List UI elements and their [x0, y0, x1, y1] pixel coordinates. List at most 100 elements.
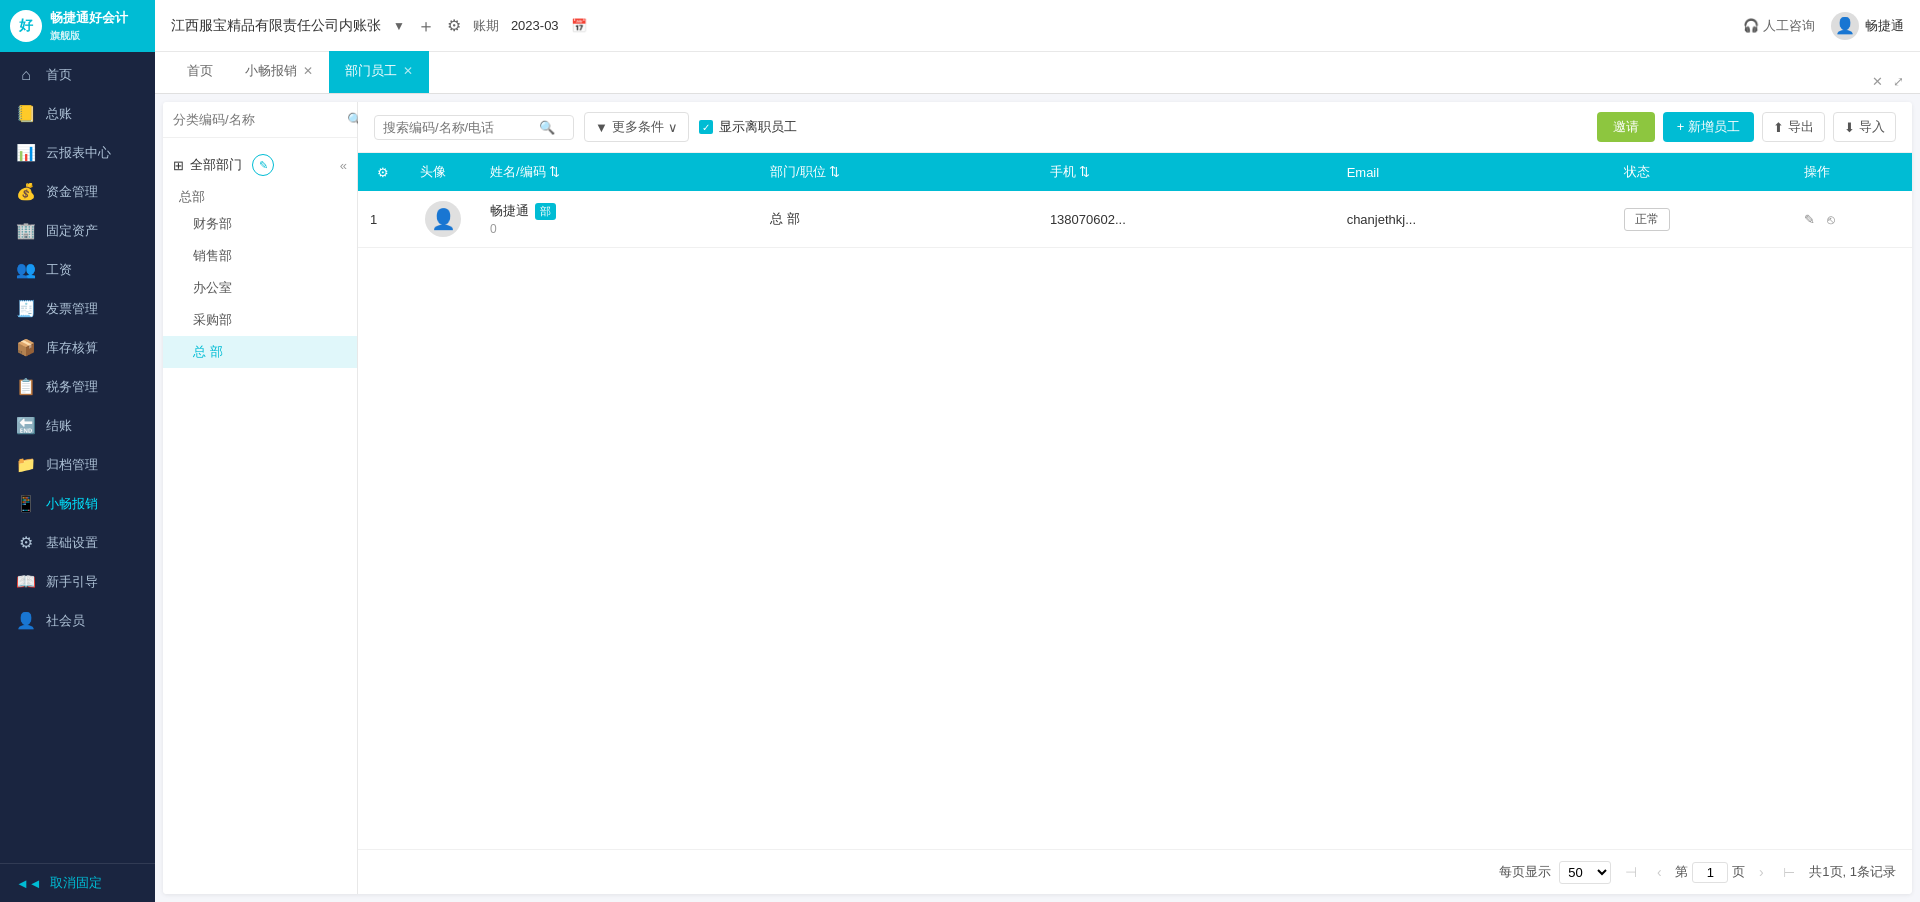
page-input[interactable]: [1692, 862, 1728, 883]
logout-button[interactable]: ⎋: [1827, 212, 1835, 227]
add-company-button[interactable]: ＋: [417, 14, 435, 38]
sidebar-item-tax[interactable]: 📋 税务管理: [0, 367, 155, 406]
invite-button[interactable]: 邀请: [1597, 112, 1655, 142]
topbar-settings-icon[interactable]: ⚙: [447, 16, 461, 35]
service-button[interactable]: 🎧 人工咨询: [1743, 17, 1815, 35]
employee-search-input[interactable]: [383, 120, 533, 135]
dept-item-purchase[interactable]: 采购部: [163, 304, 357, 336]
dept-item-office[interactable]: 办公室: [163, 272, 357, 304]
employee-table: ⚙ 头像 姓名/编码 ⇅ 部门/职位 ⇅ 手机 ⇅ Email: [358, 153, 1912, 248]
sidebar-item-label: 归档管理: [46, 456, 98, 474]
user-name: 畅捷通: [1865, 17, 1904, 35]
company-dropdown-icon[interactable]: ▼: [393, 19, 405, 33]
col-status: 状态: [1612, 153, 1792, 191]
tab-dept-employee-close[interactable]: ✕: [403, 64, 413, 78]
add-employee-button[interactable]: + 新增员工: [1663, 112, 1754, 142]
sidebar-item-reports[interactable]: 📊 云报表中心: [0, 133, 155, 172]
sidebar-item-archive[interactable]: 📁 归档管理: [0, 445, 155, 484]
dept-collapse-icon[interactable]: «: [340, 158, 347, 173]
toolbar-right: 邀请 + 新增员工 ⬆ 导出 ⬇ 导入: [1597, 112, 1896, 142]
sidebar-logo: 好 畅捷通好会计 旗舰版: [0, 0, 155, 52]
tab-home[interactable]: 首页: [171, 51, 229, 93]
closing-icon: 🔚: [16, 416, 36, 435]
sidebar-item-label: 库存核算: [46, 339, 98, 357]
calendar-icon[interactable]: 📅: [571, 18, 587, 33]
first-page-button[interactable]: ⊣: [1619, 860, 1643, 884]
col-dept[interactable]: 部门/职位 ⇅: [758, 153, 1038, 191]
tab-xiaochang-close[interactable]: ✕: [303, 64, 313, 78]
dept-item-general[interactable]: 总 部: [163, 336, 357, 368]
expand-icon[interactable]: ⤢: [1893, 74, 1904, 89]
col-name[interactable]: 姓名/编码 ⇅: [478, 153, 758, 191]
cancel-pin-label: 取消固定: [50, 874, 102, 892]
search-icon[interactable]: 🔍: [539, 120, 555, 135]
sidebar-item-xiaochang[interactable]: 📱 小畅报销: [0, 484, 155, 523]
logo-subtitle: 旗舰版: [50, 29, 128, 43]
all-dept-button[interactable]: ⊞ 全部部门 ✎ «: [163, 146, 357, 184]
sidebar-item-member[interactable]: 👤 社会员: [0, 601, 155, 640]
dept-item-finance[interactable]: 财务部: [163, 208, 357, 240]
dept-search-input[interactable]: [173, 112, 341, 127]
edit-button[interactable]: ✎: [1804, 212, 1815, 227]
row-avatar-cell: 👤: [408, 191, 478, 248]
sidebar-item-label: 结账: [46, 417, 72, 435]
close-tab-icon[interactable]: ✕: [1872, 74, 1883, 89]
col-email: Email: [1335, 153, 1612, 191]
left-panel: 🔍 ⊞ 全部部门 ✎ « 总部 财务部 销售部 办公室 采购部 总 部: [163, 102, 358, 894]
dept-item-sales[interactable]: 销售部: [163, 240, 357, 272]
sidebar-item-label: 税务管理: [46, 378, 98, 396]
sidebar-item-inventory[interactable]: 📦 库存核算: [0, 328, 155, 367]
dept-edit-button[interactable]: ✎: [252, 154, 274, 176]
user-menu[interactable]: 👤 畅捷通: [1831, 12, 1904, 40]
employee-avatar: 👤: [425, 201, 461, 237]
logo-title: 畅捷通好会计: [50, 9, 128, 27]
home-icon: ⌂: [16, 66, 36, 84]
col-phone[interactable]: 手机 ⇅: [1038, 153, 1335, 191]
right-panel: 🔍 ▼ 更多条件 ∨ ✓ 显示离职员工 邀请 + 新增员工 ⬆ 导出: [358, 102, 1912, 894]
cancel-pin-button[interactable]: ◄◄ 取消固定: [0, 863, 155, 902]
sidebar-item-salary[interactable]: 👥 工资: [0, 250, 155, 289]
tab-dept-employee[interactable]: 部门员工 ✕: [329, 51, 429, 93]
next-page-button[interactable]: ›: [1749, 860, 1773, 884]
status-badge: 正常: [1624, 208, 1670, 231]
xiaochang-icon: 📱: [16, 494, 36, 513]
import-button[interactable]: ⬇ 导入: [1833, 112, 1896, 142]
col-settings[interactable]: ⚙: [358, 153, 408, 191]
employee-toolbar: 🔍 ▼ 更多条件 ∨ ✓ 显示离职员工 邀请 + 新增员工 ⬆ 导出: [358, 102, 1912, 153]
sidebar-item-guide[interactable]: 📖 新手引导: [0, 562, 155, 601]
content-area: 🔍 ⊞ 全部部门 ✎ « 总部 财务部 销售部 办公室 采购部 总 部: [163, 102, 1912, 894]
export-label: 导出: [1788, 118, 1814, 136]
tabbar: 首页 小畅报销 ✕ 部门员工 ✕ ✕ ⤢: [155, 52, 1920, 94]
last-page-button[interactable]: ⊢: [1777, 860, 1801, 884]
sidebar-item-home[interactable]: ⌂ 首页: [0, 56, 155, 94]
sidebar-item-assets[interactable]: 🏢 固定资产: [0, 211, 155, 250]
prev-page-button[interactable]: ‹: [1647, 860, 1671, 884]
show-resigned-checkbox[interactable]: ✓: [699, 120, 713, 134]
sidebar-item-closing[interactable]: 🔚 结账: [0, 406, 155, 445]
per-page-label: 每页显示: [1499, 863, 1551, 881]
sidebar-item-label: 固定资产: [46, 222, 98, 240]
sidebar-item-invoice[interactable]: 🧾 发票管理: [0, 289, 155, 328]
col-name-label: 姓名/编码: [490, 164, 546, 179]
employee-table-wrap: ⚙ 头像 姓名/编码 ⇅ 部门/职位 ⇅ 手机 ⇅ Email: [358, 153, 1912, 849]
sidebar-item-label: 新手引导: [46, 573, 98, 591]
filter-button[interactable]: ▼ 更多条件 ∨: [584, 112, 689, 142]
guide-icon: 📖: [16, 572, 36, 591]
export-button[interactable]: ⬆ 导出: [1762, 112, 1825, 142]
sidebar-item-funds[interactable]: 💰 资金管理: [0, 172, 155, 211]
inventory-icon: 📦: [16, 338, 36, 357]
col-dept-label: 部门/职位: [770, 164, 826, 179]
main-area: 江西服宝精品有限责任公司内账张 ▼ ＋ ⚙ 账期 2023-03 📅 🎧 人工咨…: [155, 0, 1920, 902]
topbar: 江西服宝精品有限责任公司内账张 ▼ ＋ ⚙ 账期 2023-03 📅 🎧 人工咨…: [155, 0, 1920, 52]
sidebar-item-ledger[interactable]: 📒 总账: [0, 94, 155, 133]
tab-xiaochang-label: 小畅报销: [245, 62, 297, 80]
invoice-icon: 🧾: [16, 299, 36, 318]
period-value: 2023-03: [511, 18, 559, 33]
per-page-select[interactable]: 50 20 100: [1559, 861, 1611, 884]
filter-icon: ▼: [595, 120, 608, 135]
tab-xiaochang[interactable]: 小畅报销 ✕: [229, 51, 329, 93]
show-resigned-toggle[interactable]: ✓ 显示离职员工: [699, 118, 797, 136]
import-label: 导入: [1859, 118, 1885, 136]
sidebar-item-settings[interactable]: ⚙ 基础设置: [0, 523, 155, 562]
filter-chevron-icon: ∨: [668, 120, 678, 135]
